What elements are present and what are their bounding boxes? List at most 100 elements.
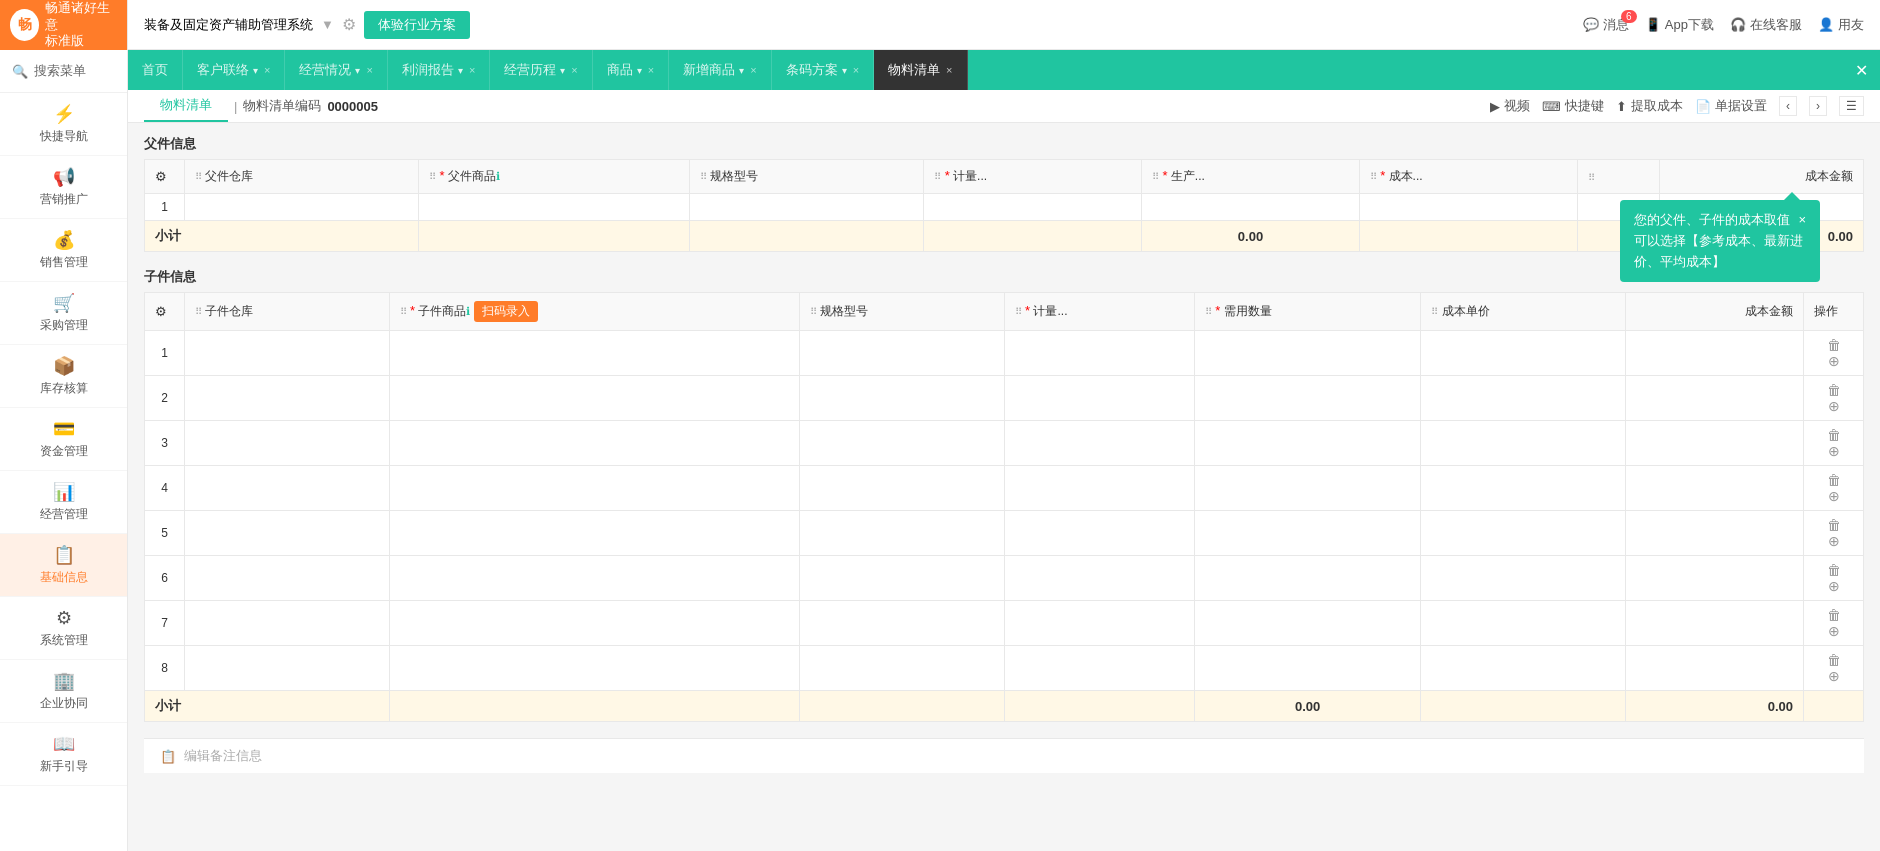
parent-goods-cell[interactable] (419, 194, 690, 221)
parent-warehouse-cell[interactable] (185, 194, 419, 221)
child-price-4[interactable] (1421, 466, 1626, 511)
sidebar-search[interactable]: 🔍 搜索菜单 (0, 50, 127, 93)
child-goods-1[interactable] (389, 331, 799, 376)
child-warehouse-7[interactable] (185, 601, 390, 646)
child-amount-8[interactable] (1625, 646, 1803, 691)
close-icon[interactable]: × (946, 64, 952, 76)
messages-button[interactable]: 💬 消息 6 (1583, 16, 1629, 34)
close-icon[interactable]: × (571, 64, 577, 76)
copy-icon[interactable]: ⊕ (1828, 668, 1840, 684)
child-price-7[interactable] (1421, 601, 1626, 646)
child-warehouse-2[interactable] (185, 376, 390, 421)
child-unit-5[interactable] (1004, 511, 1194, 556)
close-icon[interactable]: × (469, 64, 475, 76)
child-qty-6[interactable] (1194, 556, 1420, 601)
sidebar-item-finance[interactable]: 💳 资金管理 (0, 408, 127, 471)
single-settings-button[interactable]: 📄 单据设置 (1695, 97, 1767, 115)
child-amount-2[interactable] (1625, 376, 1803, 421)
close-icon[interactable]: × (853, 64, 859, 76)
child-warehouse-8[interactable] (185, 646, 390, 691)
child-qty-1[interactable] (1194, 331, 1420, 376)
child-amount-3[interactable] (1625, 421, 1803, 466)
child-goods-3[interactable] (389, 421, 799, 466)
child-goods-8[interactable] (389, 646, 799, 691)
child-qty-3[interactable] (1194, 421, 1420, 466)
support-button[interactable]: 🎧 在线客服 (1730, 16, 1802, 34)
child-unit-2[interactable] (1004, 376, 1194, 421)
sub-tab-bom-list[interactable]: 物料清单 (144, 90, 228, 122)
tab-home[interactable]: 首页 (128, 50, 183, 90)
child-spec-6[interactable] (800, 556, 1005, 601)
copy-icon[interactable]: ⊕ (1828, 353, 1840, 369)
sidebar-item-marketing[interactable]: 📢 营销推广 (0, 156, 127, 219)
child-price-3[interactable] (1421, 421, 1626, 466)
child-qty-5[interactable] (1194, 511, 1420, 556)
child-goods-5[interactable] (389, 511, 799, 556)
close-all-icon[interactable]: ✕ (1843, 61, 1880, 80)
copy-icon[interactable]: ⊕ (1828, 533, 1840, 549)
child-price-5[interactable] (1421, 511, 1626, 556)
sidebar-item-quick-nav[interactable]: ⚡ 快捷导航 (0, 93, 127, 156)
tab-ops-status[interactable]: 经营情况 ▾ × (285, 50, 387, 90)
child-amount-7[interactable] (1625, 601, 1803, 646)
sidebar-item-enterprise[interactable]: 🏢 企业协同 (0, 660, 127, 723)
delete-icon[interactable]: 🗑 (1827, 517, 1841, 533)
close-icon[interactable]: × (750, 64, 756, 76)
child-qty-4[interactable] (1194, 466, 1420, 511)
sidebar-item-purchase[interactable]: 🛒 采购管理 (0, 282, 127, 345)
close-icon[interactable]: × (648, 64, 654, 76)
close-icon[interactable]: × (264, 64, 270, 76)
child-amount-1[interactable] (1625, 331, 1803, 376)
video-button[interactable]: ▶ 视频 (1490, 97, 1530, 115)
child-price-2[interactable] (1421, 376, 1626, 421)
delete-icon[interactable]: 🗑 (1827, 652, 1841, 668)
child-price-8[interactable] (1421, 646, 1626, 691)
child-spec-3[interactable] (800, 421, 1005, 466)
parent-unit-cell[interactable] (924, 194, 1142, 221)
th-parent-settings[interactable]: ⚙ (145, 160, 185, 194)
sidebar-item-ops[interactable]: 📊 经营管理 (0, 471, 127, 534)
next-record-button[interactable]: › (1809, 96, 1827, 116)
child-qty-8[interactable] (1194, 646, 1420, 691)
parent-spec-cell[interactable] (690, 194, 924, 221)
delete-icon[interactable]: 🗑 (1827, 337, 1841, 353)
child-warehouse-1[interactable] (185, 331, 390, 376)
child-spec-2[interactable] (800, 376, 1005, 421)
copy-icon[interactable]: ⊕ (1828, 623, 1840, 639)
child-unit-3[interactable] (1004, 421, 1194, 466)
parent-cost-cell[interactable] (1359, 194, 1577, 221)
child-unit-7[interactable] (1004, 601, 1194, 646)
child-unit-6[interactable] (1004, 556, 1194, 601)
sidebar-item-system[interactable]: ⚙ 系统管理 (0, 597, 127, 660)
child-warehouse-4[interactable] (185, 466, 390, 511)
copy-icon[interactable]: ⊕ (1828, 398, 1840, 414)
sidebar-item-sales[interactable]: 💰 销售管理 (0, 219, 127, 282)
child-price-1[interactable] (1421, 331, 1626, 376)
child-qty-2[interactable] (1194, 376, 1420, 421)
parent-production-cell[interactable] (1142, 194, 1360, 221)
copy-icon[interactable]: ⊕ (1828, 443, 1840, 459)
delete-icon[interactable]: 🗑 (1827, 382, 1841, 398)
child-price-6[interactable] (1421, 556, 1626, 601)
child-amount-6[interactable] (1625, 556, 1803, 601)
child-amount-5[interactable] (1625, 511, 1803, 556)
tooltip-close-button[interactable]: × (1798, 210, 1806, 231)
tab-goods[interactable]: 商品 ▾ × (593, 50, 669, 90)
close-icon[interactable]: × (366, 64, 372, 76)
tab-customers[interactable]: 客户联络 ▾ × (183, 50, 285, 90)
tab-bom[interactable]: 物料清单 × (874, 50, 967, 90)
remark-hint[interactable]: 编辑备注信息 (184, 747, 262, 765)
child-spec-8[interactable] (800, 646, 1005, 691)
settings-icon[interactable]: ⚙ (342, 15, 356, 34)
copy-icon[interactable]: ⊕ (1828, 578, 1840, 594)
delete-icon[interactable]: 🗑 (1827, 562, 1841, 578)
child-unit-4[interactable] (1004, 466, 1194, 511)
child-warehouse-5[interactable] (185, 511, 390, 556)
th-child-settings[interactable]: ⚙ (145, 293, 185, 331)
delete-icon[interactable]: 🗑 (1827, 472, 1841, 488)
sidebar-item-guide[interactable]: 📖 新手引导 (0, 723, 127, 786)
delete-icon[interactable]: 🗑 (1827, 427, 1841, 443)
child-goods-2[interactable] (389, 376, 799, 421)
child-goods-4[interactable] (389, 466, 799, 511)
child-goods-7[interactable] (389, 601, 799, 646)
